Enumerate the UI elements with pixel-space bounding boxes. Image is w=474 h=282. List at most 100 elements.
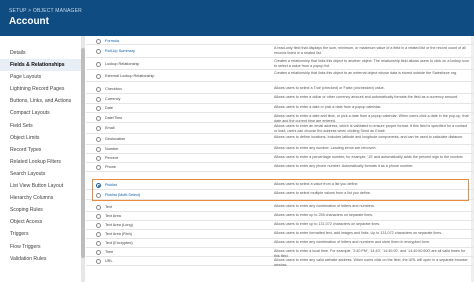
field-type-description: Allows users to enter a date or pick a d…: [274, 105, 382, 109]
field-type-row[interactable]: Currency Allows users to enter a dollar o…: [86, 94, 474, 104]
field-type-row[interactable]: Time Allows users to enter a local time. …: [86, 248, 474, 257]
field-type-label: URL: [105, 259, 113, 263]
field-type-label: Picklist (Multi-Select): [105, 192, 141, 197]
nav-item[interactable]: List View Button Layout: [0, 180, 84, 192]
field-type-row[interactable]: Text Area (Rich) Allows users to enter fo…: [86, 230, 474, 239]
field-type-radio[interactable]: [96, 259, 101, 264]
nav-item[interactable]: Field Sets: [0, 120, 84, 132]
nav-item[interactable]: Search Layouts: [0, 168, 84, 180]
field-type-radio[interactable]: [96, 223, 101, 228]
field-type-row[interactable]: Lookup Relationship Creates a relationshi…: [86, 58, 474, 70]
field-type-description: Allows users to enter any phone number. …: [274, 164, 414, 168]
nav-item[interactable]: Hierarchy Columns: [0, 192, 84, 204]
field-type-label: Text: [105, 205, 112, 209]
nav-item[interactable]: Fields & Relationships: [0, 59, 84, 72]
field-type-description: Allows users to enter formatted text, ad…: [274, 231, 443, 235]
field-type-description: Allows users to enter any combination of…: [274, 204, 375, 208]
field-type-radio[interactable]: [96, 205, 101, 210]
field-type-radio[interactable]: [96, 250, 101, 255]
field-type-row[interactable]: Phone Allows users to enter any phone num…: [86, 163, 474, 172]
page-title: Account: [9, 16, 49, 27]
field-type-description: Allows users to enter a dollar or other …: [274, 95, 459, 99]
field-type-radio[interactable]: [96, 96, 101, 102]
nav-item[interactable]: Details: [0, 47, 84, 59]
field-type-row[interactable]: Email Allows users to enter an email addr…: [86, 123, 474, 134]
nav-item[interactable]: Lightning Record Pages: [0, 83, 84, 95]
field-type-row[interactable]: Text Area Allows users to enter up to 255…: [86, 212, 474, 221]
field-type-row[interactable]: Date Allows users to enter a date or pick…: [86, 104, 474, 113]
field-type-radio[interactable]: [96, 38, 101, 44]
field-type-radio[interactable]: [96, 183, 101, 188]
nav-item[interactable]: Triggers: [0, 228, 84, 240]
field-type-radio[interactable]: [96, 115, 101, 121]
nav-item[interactable]: Buttons, Links, and Actions: [0, 95, 84, 107]
field-type-description: Creates a relationship that links this o…: [274, 71, 458, 75]
field-type-radio[interactable]: [96, 49, 101, 54]
field-type-radio[interactable]: [96, 192, 101, 198]
field-type-label: Text Area: [105, 214, 121, 218]
field-type-description: Allows users to enter a date and time, o…: [274, 114, 469, 123]
field-type-label: Date: [105, 106, 114, 110]
field-type-description: Allows users to define locations. Includ…: [274, 135, 464, 139]
field-type-radio[interactable]: [96, 232, 101, 237]
field-type-radio[interactable]: [96, 87, 101, 92]
field-type-label: Text Area (Long): [105, 223, 133, 227]
field-type-label: Text Area (Rich): [105, 232, 133, 236]
field-type-radio[interactable]: [96, 156, 101, 161]
nav-scrollbar[interactable]: [81, 36, 85, 282]
field-type-row[interactable]: Formula: [86, 37, 474, 45]
field-type-row[interactable]: Date/Time Allows users to enter a date an…: [86, 113, 474, 123]
field-type-label: Currency: [105, 96, 121, 101]
nav-item[interactable]: Record Types: [0, 144, 84, 156]
nav-item[interactable]: Page Layouts: [0, 71, 84, 83]
field-type-description: Allows users to enter any number. Leadin…: [274, 146, 377, 150]
field-type-label: Geolocation: [105, 137, 126, 141]
field-type-description: Creates a relationship that links this o…: [274, 59, 470, 68]
field-type-description: Allows users to select a value from a li…: [274, 182, 359, 186]
field-type-label: Formula: [105, 38, 119, 43]
nav-item[interactable]: Validation Rules: [0, 253, 84, 265]
field-type-radio[interactable]: [96, 61, 101, 67]
field-type-radio[interactable]: [96, 106, 101, 111]
nav-item[interactable]: Object Limits: [0, 132, 84, 144]
nav-item[interactable]: Scoping Rules: [0, 204, 84, 216]
field-type-description: Allows users to enter an email address, …: [274, 124, 468, 133]
field-type-radio[interactable]: [96, 73, 101, 79]
nav-item-partial[interactable]: [0, 36, 84, 47]
nav-item[interactable]: Flow Triggers: [0, 241, 84, 253]
field-type-row[interactable]: Percent Allows users to enter a percentag…: [86, 154, 474, 163]
field-type-radio[interactable]: [96, 214, 101, 219]
field-type-description: Allows users to enter any valid website …: [274, 258, 468, 266]
nav-item[interactable]: Object Access: [0, 216, 84, 228]
field-type-radio[interactable]: [96, 165, 101, 170]
top-header: SETUP > OBJECT MANAGER Account: [0, 0, 474, 36]
field-type-row[interactable]: Roll-Up Summary A read-only field that di…: [86, 45, 474, 58]
field-type-row[interactable]: Number Allows users to enter any number. …: [86, 145, 474, 154]
field-type-row[interactable]: URL Allows users to enter any valid websi…: [86, 257, 474, 266]
nav-scrollbar-thumb[interactable]: [81, 48, 85, 258]
nav-item[interactable]: Compact Layouts: [0, 107, 84, 119]
field-type-label: Checkbox: [105, 87, 122, 91]
field-type-description: Allows users to enter any combination of…: [274, 240, 430, 244]
field-type-row[interactable]: Text Area (Long) Allows users to enter up…: [86, 221, 474, 230]
field-type-description: A read-only field that displays the sum,…: [274, 46, 466, 55]
field-type-row[interactable]: Picklist Allows users to select a value f…: [86, 181, 474, 190]
field-type-row[interactable]: Checkbox Allows users to select a True (c…: [86, 85, 474, 94]
field-type-description: Allows users to select multiple values f…: [274, 191, 371, 195]
field-type-radio[interactable]: [96, 147, 101, 152]
field-type-row[interactable]: Geolocation Allows users to define locati…: [86, 134, 474, 145]
nav-item[interactable]: Related Lookup Filters: [0, 156, 84, 168]
field-type-label: Phone: [105, 165, 116, 169]
breadcrumb[interactable]: SETUP > OBJECT MANAGER: [9, 8, 82, 14]
field-type-description: Allows users to enter a percentage numbe…: [274, 155, 464, 159]
field-type-radio[interactable]: [96, 137, 101, 142]
field-type-row[interactable]: External Lookup Relationship Creates a re…: [86, 70, 474, 82]
field-type-label: Picklist: [105, 183, 117, 187]
field-type-description: [274, 38, 470, 45]
field-type-radio[interactable]: [96, 126, 101, 131]
field-type-row[interactable]: Picklist (Multi-Select) Allows users to s…: [86, 190, 474, 200]
field-type-row[interactable]: Text (Encrypted) Allows users to enter an…: [86, 239, 474, 248]
field-type-row[interactable]: Text Allows users to enter any combinatio…: [86, 203, 474, 212]
field-type-radio[interactable]: [96, 241, 101, 246]
field-type-list: Formula Roll-Up Summary A read-only field …: [86, 36, 474, 282]
